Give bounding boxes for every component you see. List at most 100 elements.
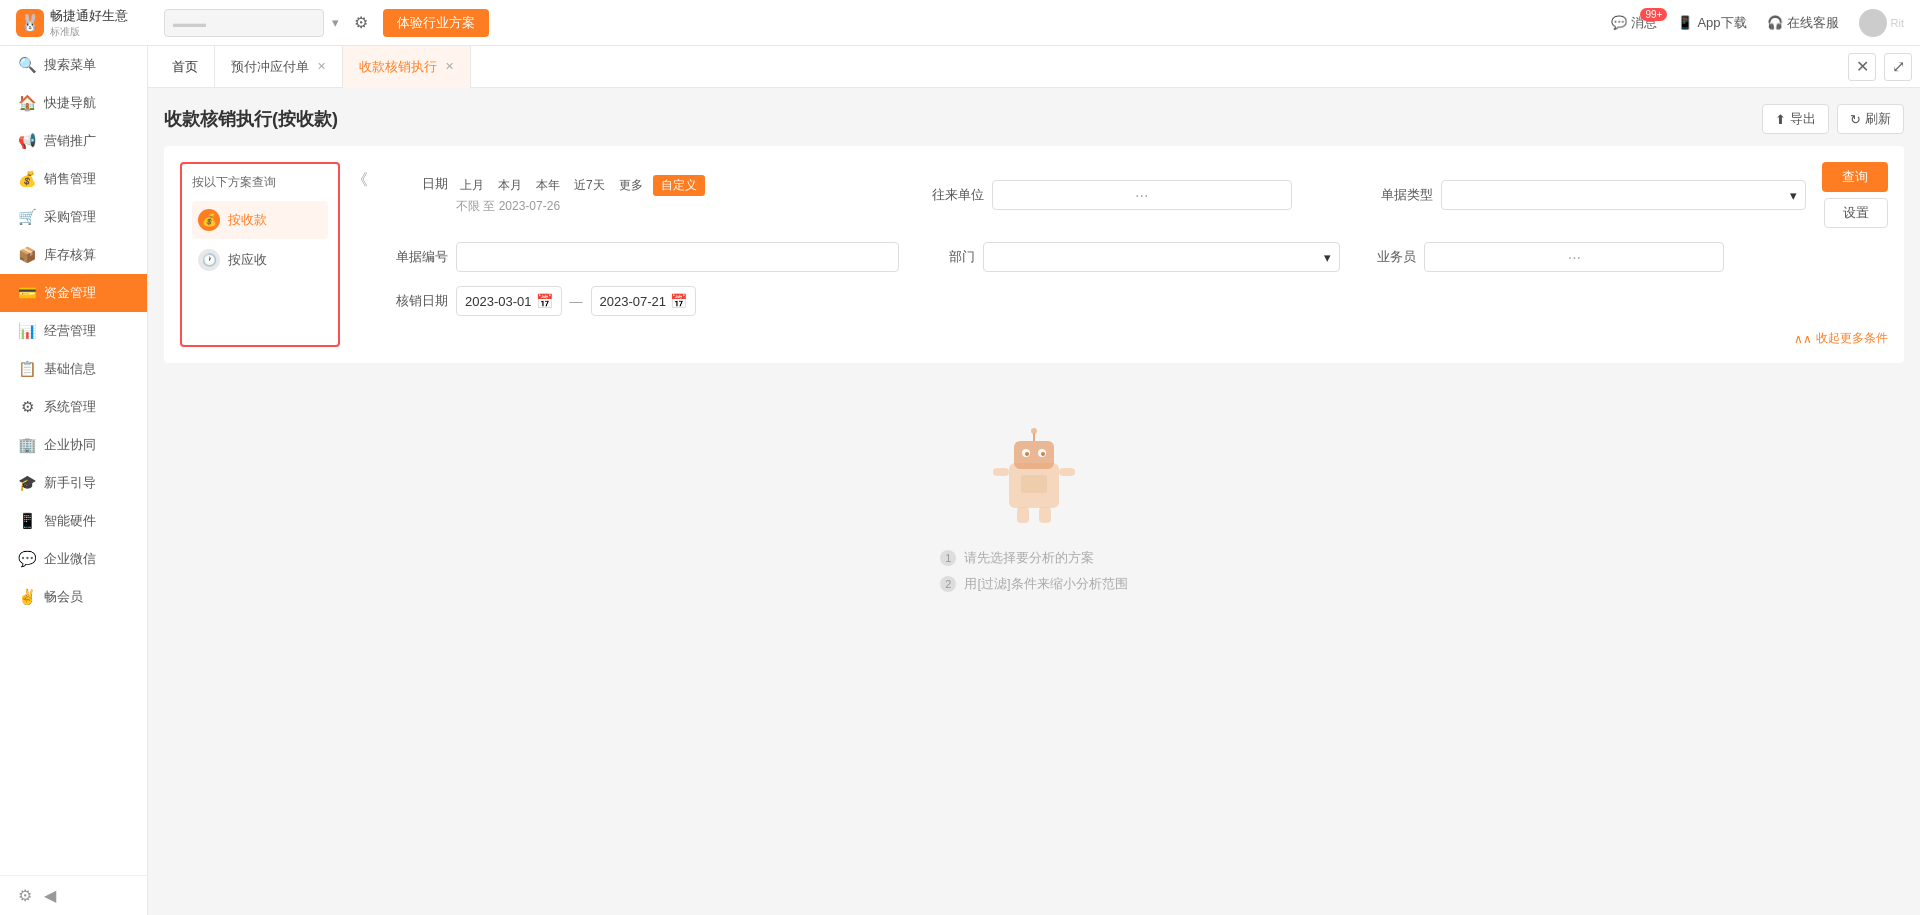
sidebar-item-guide[interactable]: 🎓 新手引导 (0, 464, 147, 502)
sidebar-item-quick-nav[interactable]: 🏠 快捷导航 (0, 84, 147, 122)
dept-chevron-icon: ▾ (1324, 250, 1331, 265)
header-gear-icon[interactable]: ⚙ (347, 9, 375, 37)
filter-option-by-receivable[interactable]: 🕐 按应收 (192, 241, 328, 279)
writeoff-date-from[interactable]: 2023-03-01 📅 (456, 286, 562, 316)
empty-state: 1 请先选择要分析的方案 2 用[过滤]条件来缩小分析范围 (164, 363, 1904, 657)
date-shortcut-7days[interactable]: 近7天 (570, 175, 609, 196)
svg-rect-9 (1059, 468, 1075, 476)
bill-type-label: 单据类型 (1373, 186, 1433, 204)
sidebar-settings-icon[interactable]: ⚙ (18, 886, 32, 905)
writeoff-date-label: 核销日期 (388, 292, 448, 310)
page-title-bar: 收款核销执行(按收款) ⬆ 导出 ↻ 刷新 (164, 104, 1904, 134)
sidebar-item-wechat[interactable]: 💬 企业微信 (0, 540, 147, 578)
collapse-more-label: 收起更多条件 (1816, 330, 1888, 347)
tab-home[interactable]: 首页 (156, 46, 215, 88)
filter-field-counterpart: 往来单位 ··· (924, 180, 1357, 210)
sidebar-nav: 🔍 搜索菜单 🏠 快捷导航 📢 营销推广 💰 销售管理 🛒 采购管理 📦 (0, 46, 147, 875)
main-content: 首页 预付冲应付单 ✕ 收款核销执行 ✕ ✕ ⤢ 收款核销执行(按收款) (148, 46, 1920, 915)
bill-type-select[interactable]: ▾ (1441, 180, 1806, 210)
business-icon: 📊 (18, 322, 36, 340)
sidebar-label-quick-nav: 快捷导航 (44, 94, 96, 112)
tab-bar: 首页 预付冲应付单 ✕ 收款核销执行 ✕ ✕ ⤢ (148, 46, 1920, 88)
sidebar-item-sales[interactable]: 💰 销售管理 (0, 160, 147, 198)
header-chevron-icon[interactable]: ▾ (332, 15, 339, 30)
salesperson-label: 业务员 (1356, 248, 1416, 266)
writeoff-date-to[interactable]: 2023-07-21 📅 (591, 286, 697, 316)
date-shortcuts: 上月 本月 本年 近7天 更多 自定义 (456, 175, 705, 196)
empty-robot-illustration (979, 423, 1089, 533)
app-download-label: App下载 (1697, 14, 1746, 32)
header-search-bar[interactable]: ▬▬▬ (164, 9, 324, 37)
tab-prepay[interactable]: 预付冲应付单 ✕ (215, 46, 343, 88)
svg-point-4 (1025, 452, 1029, 456)
counterpart-input[interactable]: ··· (992, 180, 1292, 210)
sidebar-label-basic-info: 基础信息 (44, 360, 96, 378)
online-service-btn[interactable]: 🎧 在线客服 (1767, 14, 1839, 32)
refresh-label: 刷新 (1865, 110, 1891, 128)
inventory-icon: 📦 (18, 246, 36, 264)
logo-area: 🐰 畅捷通好生意 标准版 (16, 7, 164, 39)
filter-sidebar: 按以下方案查询 💰 按收款 🕐 按应收 (180, 162, 340, 347)
sidebar-item-business[interactable]: 📊 经营管理 (0, 312, 147, 350)
refresh-btn[interactable]: ↻ 刷新 (1837, 104, 1904, 134)
filter-collapse-btn[interactable]: 《 (352, 162, 376, 347)
svg-rect-1 (1014, 441, 1054, 469)
tab-expand-icon[interactable]: ⤢ (1884, 53, 1912, 81)
app-download-btn[interactable]: 📱 App下载 (1677, 14, 1746, 32)
sidebar-item-enterprise[interactable]: 🏢 企业协同 (0, 426, 147, 464)
filter-field-bill-type: 单据类型 ▾ (1373, 180, 1806, 210)
collapse-more-row: ∧∧ 收起更多条件 (388, 330, 1888, 347)
basic-info-icon: 📋 (18, 360, 36, 378)
sidebar-label-inventory: 库存核算 (44, 246, 96, 264)
tab-writeoff-close-icon[interactable]: ✕ (445, 60, 454, 73)
writeoff-from-calendar-icon[interactable]: 📅 (536, 293, 553, 309)
sidebar-item-hardware[interactable]: 📱 智能硬件 (0, 502, 147, 540)
counterpart-label: 往来单位 (924, 186, 984, 204)
messages-btn[interactable]: 💬 消息 99+ (1611, 14, 1657, 32)
wechat-icon: 💬 (18, 550, 36, 568)
date-shortcut-more[interactable]: 更多 (615, 175, 647, 196)
filter-field-dept: 部门 ▾ (915, 242, 1341, 272)
writeoff-to-calendar-icon[interactable]: 📅 (670, 293, 687, 309)
sidebar-collapse-icon[interactable]: ◀ (44, 886, 56, 905)
bill-no-label: 单据编号 (388, 248, 448, 266)
date-shortcut-this-year[interactable]: 本年 (532, 175, 564, 196)
member-icon: ✌ (18, 588, 36, 606)
sidebar-item-basic-info[interactable]: 📋 基础信息 (0, 350, 147, 388)
date-shortcut-last-month[interactable]: 上月 (456, 175, 488, 196)
dept-select[interactable]: ▾ (983, 242, 1341, 272)
sidebar-item-finance[interactable]: 💳 资金管理 (0, 274, 147, 312)
user-avatar[interactable]: Rit (1859, 9, 1904, 37)
collapse-more-btn[interactable]: ∧∧ 收起更多条件 (1794, 330, 1888, 347)
sidebar: 🔍 搜索菜单 🏠 快捷导航 📢 营销推广 💰 销售管理 🛒 采购管理 📦 (0, 46, 148, 915)
bill-no-input[interactable] (456, 242, 899, 272)
tab-close-all-icon[interactable]: ✕ (1848, 53, 1876, 81)
sidebar-label-finance: 资金管理 (44, 284, 96, 302)
export-btn[interactable]: ⬆ 导出 (1762, 104, 1829, 134)
sidebar-item-search-menu[interactable]: 🔍 搜索菜单 (0, 46, 147, 84)
sidebar-item-purchase[interactable]: 🛒 采购管理 (0, 198, 147, 236)
app-edition: 标准版 (50, 25, 128, 39)
date-shortcut-this-month[interactable]: 本月 (494, 175, 526, 196)
svg-rect-8 (993, 468, 1009, 476)
online-service-label: 在线客服 (1787, 14, 1839, 32)
salesperson-input[interactable]: ··· (1424, 242, 1724, 272)
tab-prepay-close-icon[interactable]: ✕ (317, 60, 326, 73)
purchase-icon: 🛒 (18, 208, 36, 226)
industry-btn[interactable]: 体验行业方案 (383, 9, 489, 37)
svg-rect-11 (1039, 507, 1051, 523)
sidebar-bottom: ⚙ ◀ (0, 875, 147, 915)
sidebar-item-inventory[interactable]: 📦 库存核算 (0, 236, 147, 274)
sidebar-item-member[interactable]: ✌ 畅会员 (0, 578, 147, 616)
message-icon: 💬 (1611, 15, 1627, 30)
sidebar-label-marketing: 营销推广 (44, 132, 96, 150)
query-btn[interactable]: 查询 (1822, 162, 1888, 192)
empty-tip-1: 1 请先选择要分析的方案 (940, 545, 1127, 571)
filter-option-by-receipt[interactable]: 💰 按收款 (192, 201, 328, 239)
sidebar-item-marketing[interactable]: 📢 营销推广 (0, 122, 147, 160)
top-header: 🐰 畅捷通好生意 标准版 ▬▬▬ ▾ ⚙ 体验行业方案 💬 消息 99+ 📱 A… (0, 0, 1920, 46)
tab-writeoff[interactable]: 收款核销执行 ✕ (343, 46, 471, 88)
date-custom-badge[interactable]: 自定义 (653, 175, 705, 196)
sidebar-item-system[interactable]: ⚙ 系统管理 (0, 388, 147, 426)
setting-btn[interactable]: 设置 (1824, 198, 1888, 228)
